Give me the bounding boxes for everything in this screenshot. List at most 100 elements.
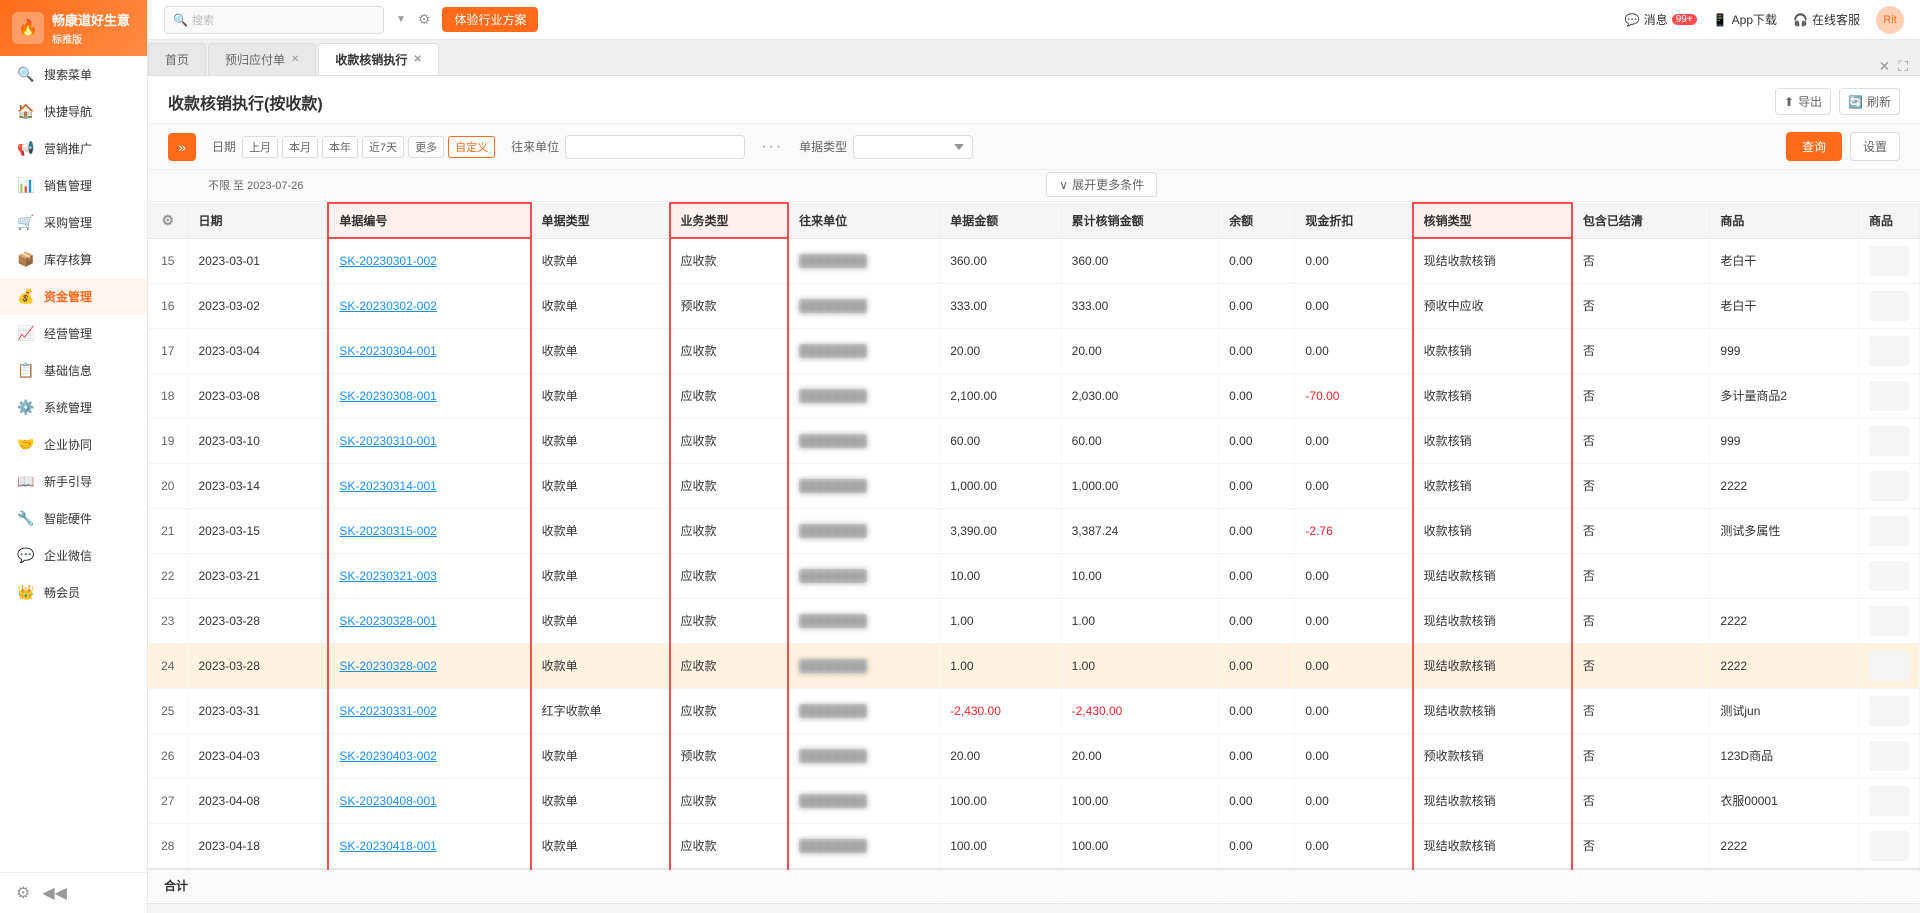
doc-no-link[interactable]: SK-20230315-002 <box>339 524 436 538</box>
sidebar-item-sales[interactable]: 📊销售管理 <box>0 167 147 204</box>
headset-icon: 🎧 <box>1793 13 1808 27</box>
cell-write-off-type: 收款核销 <box>1413 328 1572 373</box>
tab-home[interactable]: 首页 <box>148 43 206 75</box>
cell-include-settled: 否 <box>1572 328 1710 373</box>
cell-doc-no: SK-20230403-002 <box>328 733 530 778</box>
total-total <box>1061 869 1219 902</box>
total-empty3 <box>1710 869 1859 902</box>
service-item[interactable]: 🎧 在线客服 <box>1793 11 1860 28</box>
doc-no-link[interactable]: SK-20230304-001 <box>339 344 436 358</box>
this-year-btn[interactable]: 本年 <box>322 136 358 158</box>
last-7days-btn[interactable]: 近7天 <box>362 136 404 158</box>
tab-collection[interactable]: 收款核销执行✕ <box>318 43 438 75</box>
tab-close-collection[interactable]: ✕ <box>413 54 421 65</box>
voucher-type-select[interactable] <box>853 135 973 159</box>
sidebar-item-wechat[interactable]: 💬企业微信 <box>0 537 147 574</box>
topbar-search[interactable]: 🔍 搜索 <box>164 6 384 34</box>
sidebar-settings-icon[interactable]: ⚙ <box>16 883 30 903</box>
col-settings-icon[interactable]: ⚙ <box>161 212 174 228</box>
export-icon: ⬆ <box>1784 95 1794 109</box>
cell-no: 22 <box>148 553 188 598</box>
sidebar-label-finance: 资金管理 <box>44 288 92 305</box>
export-btn[interactable]: ⬆ 导出 <box>1775 88 1831 115</box>
messages-item[interactable]: 💬 消息 99+ <box>1625 11 1697 28</box>
doc-no-link[interactable]: SK-20230308-001 <box>339 389 436 403</box>
cell-product2 <box>1859 823 1920 869</box>
doc-no-link[interactable]: SK-20230321-003 <box>339 569 436 583</box>
cell-amount: 2,100.00 <box>940 373 1061 418</box>
cell-doc-type: 收款单 <box>531 598 670 643</box>
expand-icon: ∨ <box>1059 178 1068 192</box>
cell-amount: 3,390.00 <box>940 508 1061 553</box>
refresh-icon: 🔄 <box>1848 95 1863 109</box>
refresh-btn[interactable]: 🔄 刷新 <box>1839 88 1900 115</box>
sidebar-item-system[interactable]: ⚙️系统管理 <box>0 389 147 426</box>
enterprise-icon: 🤝 <box>16 436 36 453</box>
tabs-bar: 首页预归应付单✕收款核销执行✕ ✕ ⛶ <box>148 40 1920 76</box>
doc-no-link[interactable]: SK-20230310-001 <box>339 434 436 448</box>
cell-doc-type: 收款单 <box>531 643 670 688</box>
user-avatar[interactable]: Rit <box>1876 6 1904 34</box>
doc-no-link[interactable]: SK-20230331-002 <box>339 704 436 718</box>
doc-no-link[interactable]: SK-20230314-001 <box>339 479 436 493</box>
tab-close-payable[interactable]: ✕ <box>291 54 299 65</box>
last-month-btn[interactable]: 上月 <box>242 136 278 158</box>
doc-no-link[interactable]: SK-20230403-002 <box>339 749 436 763</box>
table-container[interactable]: ⚙ 日期 单据编号 单据类型 业务类型 往来单位 单据金额 累计核销金额 余额 … <box>148 202 1920 903</box>
cell-product1: 2222 <box>1710 643 1859 688</box>
sidebar-item-basic[interactable]: 📋基础信息 <box>0 352 147 389</box>
sidebar-item-hardware[interactable]: 🔧智能硬件 <box>0 500 147 537</box>
sidebar-item-operation[interactable]: 📈经营管理 <box>0 315 147 352</box>
app-download-item[interactable]: 📱 App下载 <box>1713 11 1777 28</box>
close-window-icon[interactable]: ✕ <box>1878 58 1890 75</box>
doc-no-link[interactable]: SK-20230418-001 <box>339 839 436 853</box>
sidebar-back-icon[interactable]: ◀◀ <box>42 883 67 903</box>
cell-partner: ████████ <box>788 373 940 418</box>
sidebar-item-purchase[interactable]: 🛒采购管理 <box>0 204 147 241</box>
cell-no: 18 <box>148 373 188 418</box>
sidebar-item-enterprise[interactable]: 🤝企业协同 <box>0 426 147 463</box>
tab-payable[interactable]: 预归应付单✕ <box>208 43 316 75</box>
this-month-btn[interactable]: 本月 <box>282 136 318 158</box>
doc-no-link[interactable]: SK-20230408-001 <box>339 794 436 808</box>
expand-label: 展开更多条件 <box>1072 176 1144 193</box>
total-label: 合计 <box>148 869 940 902</box>
sidebar-item-guide[interactable]: 📖新手引导 <box>0 463 147 500</box>
expand-icon[interactable]: ⛶ <box>1898 58 1908 75</box>
sidebar-item-finance[interactable]: 💰资金管理 <box>0 278 147 315</box>
expand-more-btn[interactable]: ∨ 展开更多条件 <box>1046 172 1157 197</box>
sidebar-item-search[interactable]: 🔍搜索菜单 <box>0 56 147 93</box>
doc-no-link[interactable]: SK-20230302-002 <box>339 299 436 313</box>
industry-btn[interactable]: 体验行业方案 <box>442 7 538 32</box>
cell-biz-type: 应收款 <box>670 688 789 733</box>
cell-cash-discount: 0.00 <box>1295 598 1413 643</box>
partner-input[interactable] <box>565 135 745 159</box>
doc-no-link[interactable]: SK-20230328-002 <box>339 659 436 673</box>
cell-doc-no: SK-20230418-001 <box>328 823 530 869</box>
cell-date: 2023-03-10 <box>188 418 328 463</box>
date-range-display: 不限 至 2023-07-26 <box>208 177 303 193</box>
query-btn[interactable]: 查询 <box>1786 132 1842 161</box>
cell-total-amount: 100.00 <box>1061 778 1219 823</box>
cell-partner: ████████ <box>788 688 940 733</box>
table-row: 17 2023-03-04 SK-20230304-001 收款单 应收款 ██… <box>148 328 1920 373</box>
partner-value: ████████ <box>799 344 867 358</box>
doc-no-link[interactable]: SK-20230301-002 <box>339 254 436 268</box>
doc-no-link[interactable]: SK-20230328-001 <box>339 614 436 628</box>
settings-btn[interactable]: 设置 <box>1850 132 1900 161</box>
sidebar-item-marketing[interactable]: 📢营销推广 <box>0 130 147 167</box>
messages-label: 消息 <box>1644 11 1668 28</box>
sidebar-item-nav[interactable]: 🏠快捷导航 <box>0 93 147 130</box>
sidebar-item-inventory[interactable]: 📦库存核算 <box>0 241 147 278</box>
custom-btn[interactable]: 自定义 <box>448 136 495 158</box>
cell-doc-type: 收款单 <box>531 283 670 328</box>
filter-expand-btn[interactable]: » <box>168 133 196 161</box>
cell-doc-no: SK-20230331-002 <box>328 688 530 733</box>
hscroll-bar[interactable] <box>148 903 1920 913</box>
more-btn[interactable]: 更多 <box>408 136 444 158</box>
total-empty2 <box>1572 869 1710 902</box>
col-doc-no: 单据编号 <box>328 203 530 238</box>
sidebar-item-member[interactable]: 👑畅会员 <box>0 574 147 611</box>
cell-total-amount: 20.00 <box>1061 328 1219 373</box>
topbar-gear-icon[interactable]: ⚙ <box>418 11 431 28</box>
